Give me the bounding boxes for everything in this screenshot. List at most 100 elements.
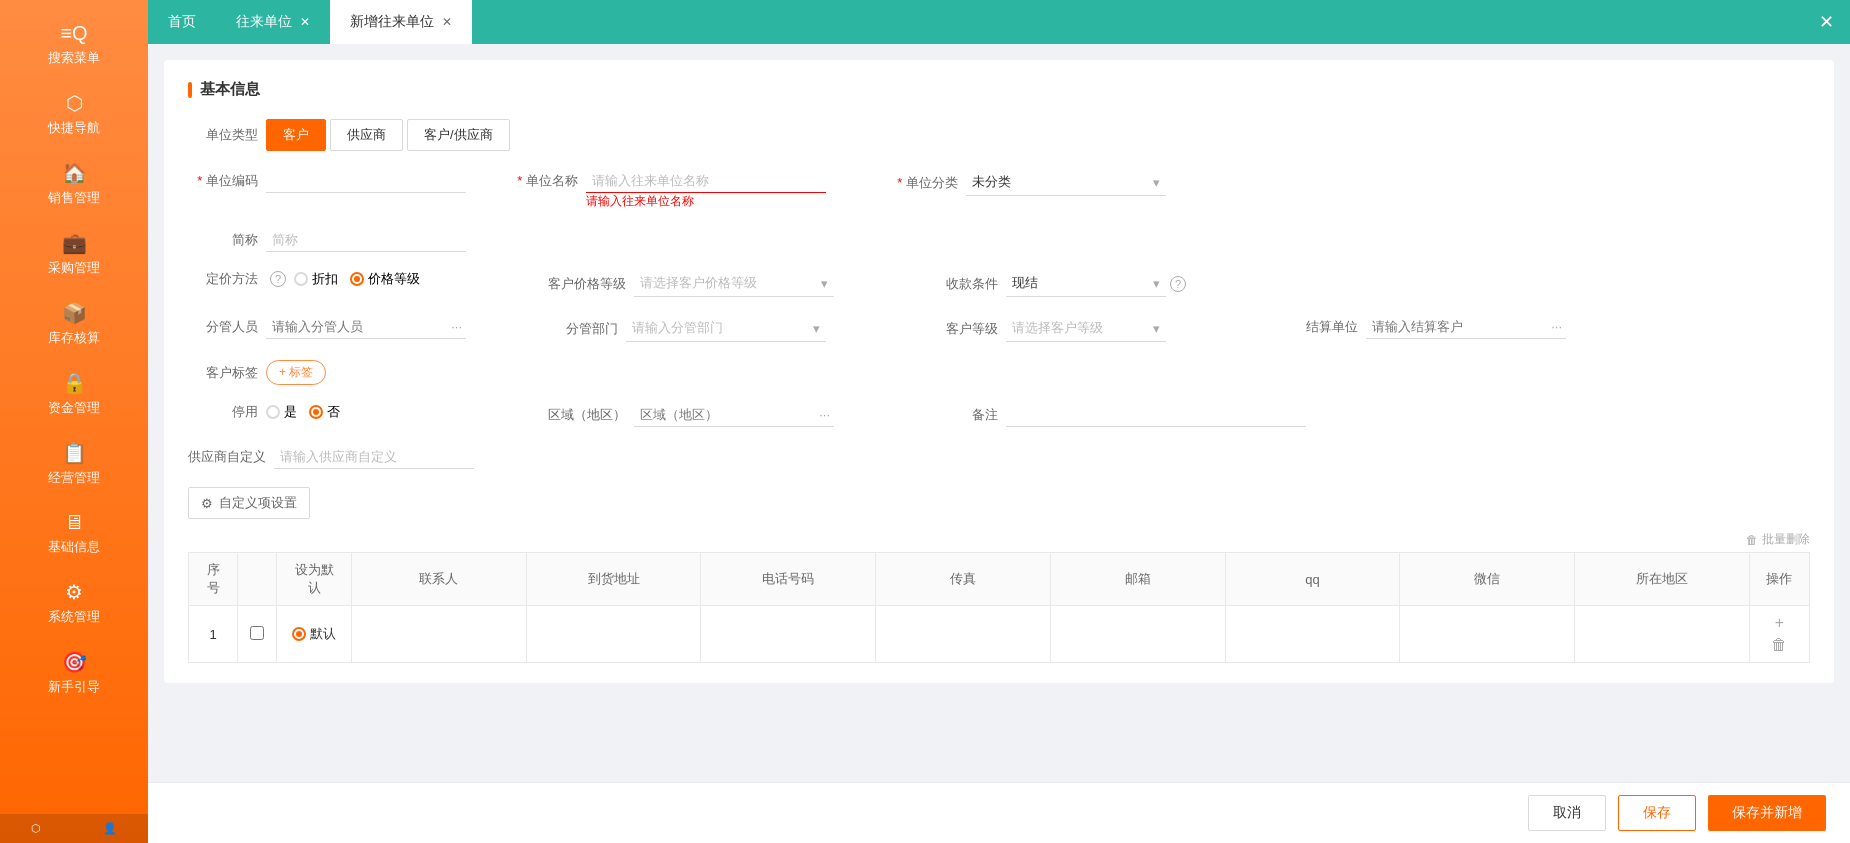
address-input[interactable] (539, 627, 689, 642)
row-add-btn[interactable]: + (1773, 612, 1786, 634)
sidebar-item-inventory[interactable]: 📦 库存核算 (0, 289, 148, 359)
row-phone[interactable] (701, 606, 876, 663)
manager-input[interactable] (266, 315, 447, 338)
pricing-radio-discount[interactable]: 折扣 (294, 270, 338, 288)
supplier-custom-input[interactable] (274, 445, 474, 469)
short-name-input[interactable] (266, 228, 466, 252)
email-input[interactable] (1063, 627, 1213, 642)
settlement-input[interactable] (1366, 315, 1547, 338)
row-region[interactable] (1575, 606, 1750, 663)
sidebar-item-basic[interactable]: 🖥 基础信息 (0, 499, 148, 568)
cancel-button[interactable]: 取消 (1528, 795, 1606, 831)
row-wechat[interactable] (1400, 606, 1575, 663)
contacts-table: 序号 设为默认 联系人 到货地址 电话号码 传真 邮箱 qq 微信 所在地区 操… (188, 552, 1810, 663)
disabled-yes-circle (266, 405, 280, 419)
customer-price-level-select[interactable]: 请选择客户价格等级 ▾ (634, 270, 834, 297)
sidebar-item-purchase[interactable]: 💼 采购管理 (0, 219, 148, 289)
pricing-radio-group: 折扣 价格等级 (294, 270, 420, 288)
row-default-cell: 默认 (277, 606, 352, 663)
row-default-radio[interactable]: 默认 (289, 625, 339, 643)
field-remark: 备注 (928, 403, 1810, 427)
wechat-input[interactable] (1412, 627, 1562, 642)
sidebar-item-sales[interactable]: 🏠 销售管理 (0, 149, 148, 219)
btn-customer-supplier[interactable]: 客户/供应商 (407, 119, 510, 151)
sidebar-item-guide[interactable]: 🎯 新手引导 (0, 638, 148, 708)
tab-new-partner-close[interactable]: ✕ (442, 15, 452, 29)
discount-radio-circle (294, 272, 308, 286)
sidebar-item-quicknav[interactable]: ⬡ 快捷导航 (0, 79, 148, 149)
manager-more-btn[interactable]: ··· (447, 319, 466, 334)
payment-terms-select[interactable]: 现结 ▾ (1006, 270, 1166, 297)
btn-customer[interactable]: 客户 (266, 119, 326, 151)
tab-new-partner[interactable]: 新增往来单位 ✕ (330, 0, 472, 44)
sidebar-user-btn[interactable]: 👤 (103, 822, 117, 835)
sidebar-bottom: ⬡ 👤 (0, 814, 148, 843)
sidebar-item-system[interactable]: ⚙ 系统管理 (0, 568, 148, 638)
window-close-button[interactable]: ✕ (1803, 11, 1850, 33)
row-fax[interactable] (876, 606, 1051, 663)
customer-level-select[interactable]: 请选择客户等级 ▾ (1006, 315, 1166, 342)
add-tag-button[interactable]: + 标签 (266, 360, 326, 385)
custom-settings-button[interactable]: ⚙ 自定义项设置 (188, 487, 310, 519)
ops-icon: 📋 (62, 441, 87, 465)
field-unit-type: 单位类型 客户 供应商 客户/供应商 (188, 119, 1810, 151)
save-button[interactable]: 保存 (1618, 795, 1696, 831)
dept-select[interactable]: 请输入分管部门 ▾ (626, 315, 826, 342)
unit-code-input[interactable]: 000009 (266, 169, 466, 193)
row-region-input[interactable] (1587, 627, 1737, 642)
cust-price-label: 客户价格等级 (548, 275, 626, 293)
region-more-btn[interactable]: ··· (815, 407, 834, 422)
batch-delete-area: 🗑 批量删除 (188, 531, 1810, 548)
field-pricing-method: 定价方法 ? 折扣 价格等级 (188, 270, 548, 288)
qq-input[interactable] (1238, 627, 1388, 642)
cust-price-placeholder: 请选择客户价格等级 (640, 274, 757, 292)
batch-delete-label[interactable]: 批量删除 (1762, 531, 1810, 548)
sidebar-home-btn[interactable]: ⬡ (31, 822, 41, 835)
sidebar-item-search[interactable]: ≡Q 搜索菜单 (0, 10, 148, 79)
region-label: 区域（地区） (548, 406, 626, 424)
col-contact: 联系人 (351, 553, 526, 606)
save-add-button[interactable]: 保存并新增 (1708, 795, 1826, 831)
sidebar-item-ops[interactable]: 📋 经营管理 (0, 429, 148, 499)
tab-home[interactable]: 首页 (148, 0, 216, 44)
row-checkbox[interactable] (250, 626, 264, 640)
sidebar-item-label: 采购管理 (48, 259, 100, 277)
custom-settings-label: 自定义项设置 (219, 494, 297, 512)
phone-input[interactable] (713, 627, 863, 642)
short-name-label: 简称 (188, 231, 258, 249)
row-delete-btn[interactable]: 🗑 (1769, 634, 1789, 656)
row-email[interactable] (1050, 606, 1225, 663)
discount-label: 折扣 (312, 270, 338, 288)
row-contact[interactable] (351, 606, 526, 663)
region-input[interactable] (634, 403, 815, 426)
unit-category-select[interactable]: 未分类 ▾ (966, 169, 1166, 196)
batch-delete-icon: 🗑 (1746, 533, 1758, 547)
field-short-name: 简称 (188, 228, 508, 252)
pricing-help-icon[interactable]: ? (270, 271, 286, 287)
payment-help-icon[interactable]: ? (1170, 276, 1186, 292)
payment-label: 收款条件 (928, 275, 998, 293)
disabled-no-label: 否 (327, 403, 340, 421)
disabled-no[interactable]: 否 (309, 403, 340, 421)
form-card: 基本信息 单位类型 客户 供应商 客户/供应商 单位编码 000009 (164, 60, 1834, 683)
row-address[interactable] (526, 606, 701, 663)
remark-input[interactable] (1006, 403, 1306, 427)
tab-partners[interactable]: 往来单位 ✕ (216, 0, 330, 44)
btn-supplier[interactable]: 供应商 (330, 119, 403, 151)
contact-input[interactable] (364, 627, 514, 642)
pricing-radio-level[interactable]: 价格等级 (350, 270, 420, 288)
tab-partners-close[interactable]: ✕ (300, 15, 310, 29)
sidebar-item-finance[interactable]: 🔒 资金管理 (0, 359, 148, 429)
guide-icon: 🎯 (62, 650, 87, 674)
settlement-more-btn[interactable]: ··· (1547, 319, 1566, 334)
remark-label: 备注 (928, 406, 998, 424)
field-supplier-custom: 供应商自定义 (188, 445, 608, 469)
row-qq[interactable] (1225, 606, 1400, 663)
fax-input[interactable] (888, 627, 1038, 642)
unit-type-label: 单位类型 (188, 126, 258, 144)
disabled-yes[interactable]: 是 (266, 403, 297, 421)
unit-cat-label: 单位分类 (888, 174, 958, 192)
unit-name-input[interactable] (586, 169, 826, 193)
sidebar-item-label: 基础信息 (48, 538, 100, 556)
row-supplier-custom: 供应商自定义 (188, 445, 1810, 469)
